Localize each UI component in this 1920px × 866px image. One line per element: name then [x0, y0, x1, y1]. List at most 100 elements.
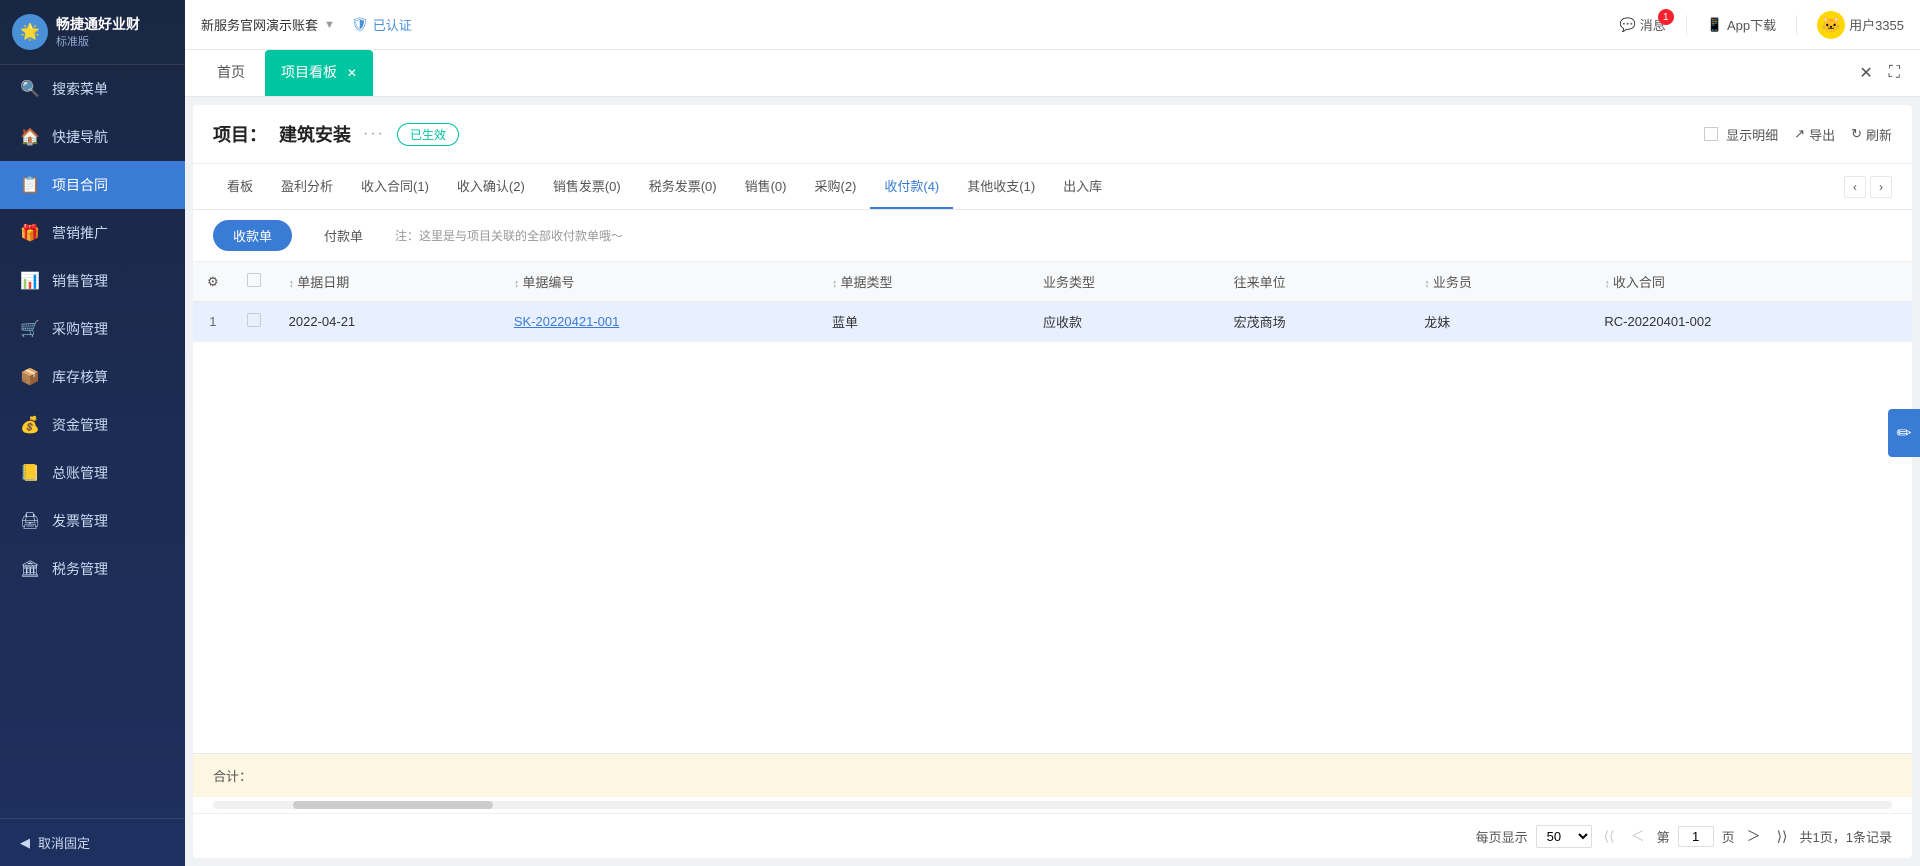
subtab-purchase[interactable]: 采购(2): [800, 164, 870, 209]
subtab-next-button[interactable]: ›: [1870, 176, 1892, 198]
td-number[interactable]: SK-20220421-001: [500, 302, 818, 342]
td-checkbox[interactable]: [233, 302, 275, 342]
th-gear[interactable]: ⚙: [193, 262, 233, 302]
total-label: 合计：: [213, 766, 252, 785]
message-badge: 1: [1658, 9, 1674, 25]
receive-tab-button[interactable]: 收款单: [213, 220, 292, 251]
sidebar-item-tax-label: 税务管理: [52, 559, 108, 579]
scrollbar-thumb[interactable]: [293, 801, 493, 809]
record-number-link[interactable]: SK-20220421-001: [514, 314, 620, 329]
th-salesperson[interactable]: 业务员: [1410, 262, 1590, 302]
sidebar: 🌟 畅捷通好业财 标准版 🔍 搜索菜单 🏠 快捷导航 📋 项目合同 🎁 营销推广…: [0, 0, 185, 866]
th-number[interactable]: 单据编号: [500, 262, 818, 302]
refresh-button[interactable]: ↻ 刷新: [1851, 125, 1892, 144]
tab-home[interactable]: 首页: [201, 50, 261, 96]
sidebar-item-marketing[interactable]: 🎁 营销推广: [0, 209, 185, 257]
sidebar-item-inventory[interactable]: 📦 库存核算: [0, 353, 185, 401]
sidebar-item-sales[interactable]: 📊 销售管理: [0, 257, 185, 305]
right-float-button[interactable]: ✏: [1888, 409, 1920, 457]
subtab-sales[interactable]: 销售(0): [731, 164, 801, 209]
logo-text-block: 畅捷通好业财 标准版: [56, 15, 140, 49]
user-menu[interactable]: 🐱 用户3355: [1817, 11, 1904, 39]
page-prefix: 第: [1657, 827, 1670, 846]
message-button[interactable]: 💬 消息 1: [1620, 15, 1666, 34]
phone-icon: 📱: [1707, 17, 1723, 33]
sidebar-item-quicknav[interactable]: 🏠 快捷导航: [0, 113, 185, 161]
project-menu-dots[interactable]: ···: [363, 125, 385, 143]
tab-maximize-button[interactable]: ⛶: [1885, 59, 1904, 87]
app-download-button[interactable]: 📱 App下载: [1707, 15, 1776, 34]
subtab-kanban[interactable]: 看板: [213, 164, 267, 209]
th-biztype: 业务类型: [1029, 262, 1220, 302]
sidebar-item-contract-label: 项目合同: [52, 175, 108, 195]
row-checkbox[interactable]: [247, 313, 261, 327]
tab-close-button[interactable]: ✕: [1855, 59, 1876, 87]
tab-project-board[interactable]: 项目看板 ✕: [265, 50, 373, 96]
sidebar-item-purchase[interactable]: 🛒 采购管理: [0, 305, 185, 353]
sidebar-item-funds[interactable]: 💰 资金管理: [0, 401, 185, 449]
top-header: 新服务官网演示账套 ▼ 🛡 已认证 💬 消息 1 📱 App下载 🐱 用户335…: [185, 0, 1920, 50]
th-income-contract[interactable]: 收入合同: [1590, 262, 1912, 302]
page-number-input[interactable]: [1678, 826, 1714, 847]
subtab-sales-invoice[interactable]: 销售发票(0): [539, 164, 635, 209]
th-date[interactable]: 单据日期: [275, 262, 500, 302]
subtab-prev-button[interactable]: ‹: [1844, 176, 1866, 198]
show-detail-checkbox[interactable]: [1704, 127, 1718, 141]
first-page-button[interactable]: ⟨⟨: [1600, 826, 1619, 847]
sidebar-item-funds-label: 资金管理: [52, 415, 108, 435]
header-divider-1: [1686, 15, 1687, 35]
account-dropdown-arrow: ▼: [324, 19, 335, 31]
tab-close-icon[interactable]: ✕: [347, 66, 357, 80]
payment-tab-button[interactable]: 付款单: [304, 220, 383, 251]
bank-icon: 🏛: [20, 559, 40, 579]
subtab-income-contract[interactable]: 收入合同(1): [347, 164, 443, 209]
page-size-select[interactable]: 50 20 100: [1536, 825, 1592, 848]
chart-icon: 📊: [20, 271, 40, 291]
horizontal-scrollbar[interactable]: [213, 801, 1892, 809]
sidebar-item-tax[interactable]: 🏛 税务管理: [0, 545, 185, 593]
header-right: 💬 消息 1 📱 App下载 🐱 用户3355: [1620, 11, 1904, 39]
tab-project-board-label: 项目看板: [281, 64, 337, 80]
sidebar-item-invoice-label: 发票管理: [52, 511, 108, 531]
project-header: 项目： 建筑安装 ··· 已生效 显示明细 ↗ 导出 ↻ 刷新: [193, 105, 1912, 164]
prev-page-button[interactable]: ＜: [1627, 824, 1649, 848]
sidebar-item-ledger[interactable]: 📒 总账管理: [0, 449, 185, 497]
td-income-contract: RC-20220401-002: [1590, 302, 1912, 342]
subtab-tax-invoice[interactable]: 税务发票(0): [635, 164, 731, 209]
app-label: App下载: [1727, 15, 1776, 34]
sidebar-item-search[interactable]: 🔍 搜索菜单: [0, 65, 185, 113]
status-badge: 已生效: [397, 123, 459, 146]
subtab-receipt[interactable]: 收付款(4): [870, 164, 953, 209]
td-date: 2022-04-21: [275, 302, 500, 342]
show-detail-toggle[interactable]: 显示明细: [1704, 125, 1778, 144]
subtab-other[interactable]: 其他收支(1): [953, 164, 1049, 209]
home-icon: 🏠: [20, 127, 40, 147]
table-row: 1 2022-04-21 SK-20220421-001 蓝单 应收款 宏茂商场…: [193, 302, 1912, 342]
sidebar-item-sales-label: 销售管理: [52, 271, 108, 291]
sidebar-item-invoice[interactable]: 🖨 发票管理: [0, 497, 185, 545]
td-biztype: 应收款: [1029, 302, 1220, 342]
subtab-profit[interactable]: 盈利分析: [267, 164, 347, 209]
subtab-warehouse[interactable]: 出入库: [1049, 164, 1116, 209]
receipt-table: ⚙ 单据日期 单据编号 单据类型 业务类型 往来单位 业务员 收入合同 1: [193, 262, 1912, 342]
account-selector[interactable]: 新服务官网演示账套 ▼: [201, 15, 335, 34]
subtab-income-confirm[interactable]: 收入确认(2): [443, 164, 539, 209]
next-page-button[interactable]: ＞: [1743, 824, 1765, 848]
sidebar-unpin-button[interactable]: ◀ 取消固定: [0, 818, 185, 866]
sidebar-item-contract[interactable]: 📋 项目合同: [0, 161, 185, 209]
sidebar-logo: 🌟 畅捷通好业财 标准版: [0, 0, 185, 65]
th-type[interactable]: 单据类型: [818, 262, 1029, 302]
export-button[interactable]: ↗ 导出: [1794, 125, 1835, 144]
project-actions: 显示明细 ↗ 导出 ↻ 刷新: [1704, 125, 1892, 144]
content-area: 项目： 建筑安装 ··· 已生效 显示明细 ↗ 导出 ↻ 刷新: [193, 105, 1912, 858]
logo-subtitle: 标准版: [56, 33, 140, 49]
money-icon: 💰: [20, 415, 40, 435]
show-detail-label: 显示明细: [1726, 125, 1778, 144]
select-all-checkbox[interactable]: [247, 273, 261, 287]
last-page-button[interactable]: ⟩⟩: [1773, 826, 1792, 847]
total-info: 共1页，1条记录: [1800, 827, 1892, 846]
cart-icon: 🛒: [20, 319, 40, 339]
th-checkbox[interactable]: [233, 262, 275, 302]
certified-badge: 🛡 已认证: [351, 15, 412, 34]
sub-tabs: 看板 盈利分析 收入合同(1) 收入确认(2) 销售发票(0) 税务发票(0) …: [193, 164, 1912, 210]
